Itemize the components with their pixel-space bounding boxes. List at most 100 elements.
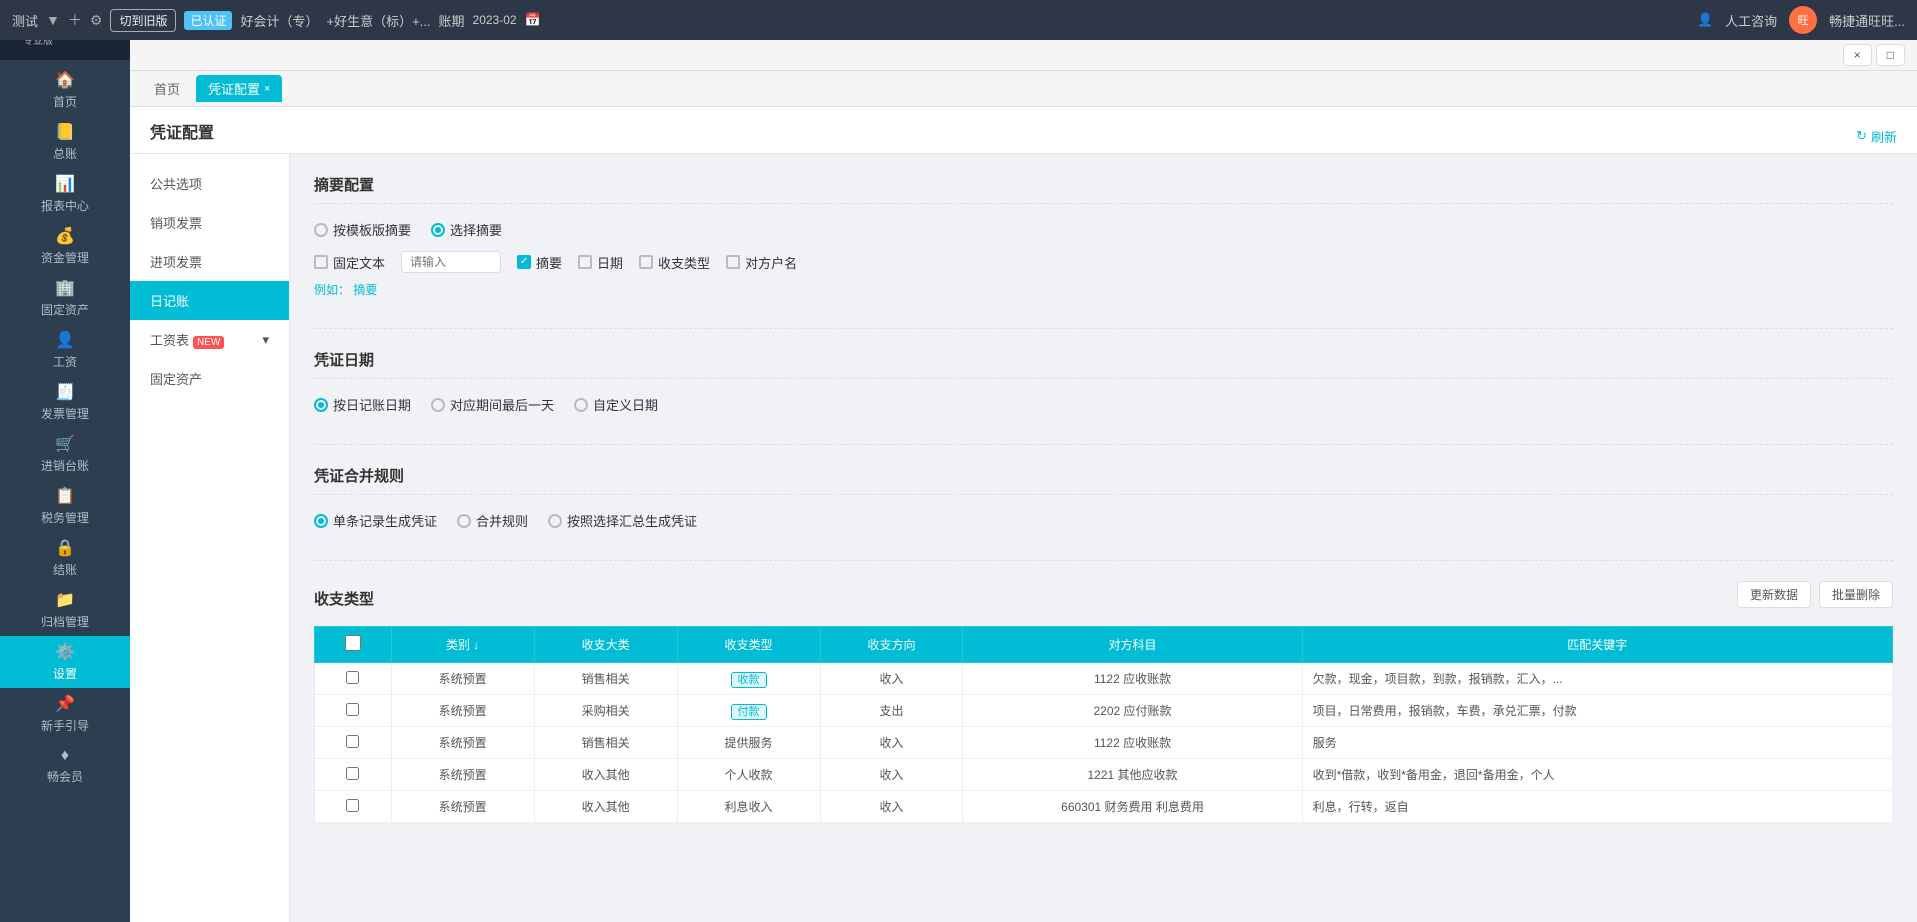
summary-radio-select[interactable]: 选择摘要 bbox=[431, 220, 502, 239]
sidebar-label-closing: 结账 bbox=[53, 561, 77, 578]
sidebar-item-closing[interactable]: 🔒结账 bbox=[0, 532, 130, 584]
tag-btn-1[interactable]: 付款 bbox=[731, 704, 767, 720]
arrow-salary-table: ▾ bbox=[262, 332, 269, 348]
income-expense-title: 收支类型 bbox=[314, 588, 374, 609]
consult-icon: 👤 bbox=[1697, 12, 1713, 28]
tab-voucher-config[interactable]: 凭证配置× bbox=[196, 75, 282, 102]
fixed-text-item[interactable]: 固定文本 bbox=[314, 253, 385, 272]
asset-icon: 🏢 bbox=[55, 278, 75, 298]
left-menu-salary-table[interactable]: 工资表NEW▾ bbox=[130, 320, 289, 359]
radio-circle-single bbox=[314, 514, 328, 528]
row-checkbox-4[interactable] bbox=[315, 791, 392, 823]
checkbox-summary-item[interactable]: 摘要 bbox=[517, 253, 562, 272]
row-checkbox-3[interactable] bbox=[315, 759, 392, 791]
gear-icon[interactable]: ⚙ bbox=[90, 12, 103, 29]
left-menu-public[interactable]: 公共选项 bbox=[130, 164, 289, 203]
row-subject-4: 660301 财务费用 利息费用 bbox=[963, 791, 1302, 823]
sidebar-item-asset[interactable]: 🏢固定资产 bbox=[0, 272, 130, 324]
good-business-label: +好生意（标）+... bbox=[326, 11, 430, 30]
sidebar-item-guide[interactable]: 📌新手引导 bbox=[0, 688, 130, 740]
checkbox-type-item[interactable]: 收支类型 bbox=[639, 253, 710, 272]
sidebar-item-member[interactable]: ♦畅会员 bbox=[0, 740, 130, 792]
radio-single[interactable]: 单条记录生成凭证 bbox=[314, 511, 437, 530]
close-window-button[interactable]: × bbox=[1843, 44, 1872, 66]
sidebar-item-salary[interactable]: 👤工资 bbox=[0, 324, 130, 376]
left-menu-purchase-invoice[interactable]: 进项发票 bbox=[130, 242, 289, 281]
income-expense-section: 收支类型 更新数据 批量删除 类别 ↓ 收支大类 收支类型 bbox=[314, 581, 1893, 823]
fixed-text-input[interactable] bbox=[401, 251, 501, 273]
header-right: 👤 人工咨询 旺 畅捷通旺旺... bbox=[1697, 6, 1905, 34]
fund-icon: 💰 bbox=[55, 226, 75, 246]
refresh-button[interactable]: ↻ 刷新 bbox=[1856, 127, 1897, 146]
col-checkbox[interactable] bbox=[315, 627, 392, 663]
summary-config-section: 摘要配置 按模板版摘要 选择摘要 bbox=[314, 174, 1893, 298]
example-value: 摘要 bbox=[353, 283, 377, 297]
radio-select-total[interactable]: 按照选择汇总生成凭证 bbox=[548, 511, 697, 530]
menu-label-fixed-assets: 固定资产 bbox=[150, 369, 202, 388]
row-subject-2: 1122 应收账款 bbox=[963, 727, 1302, 759]
row-checkbox-1[interactable] bbox=[315, 695, 392, 727]
tag-btn-0[interactable]: 收款 bbox=[731, 672, 767, 688]
summary-select-label: 选择摘要 bbox=[450, 220, 502, 239]
window-controls: × □ bbox=[130, 40, 1917, 71]
summary-config-title: 摘要配置 bbox=[314, 174, 1893, 204]
certified-badge: 已认证 bbox=[184, 11, 232, 30]
row-keywords-3: 收到*借款，收到*备用金，退回*备用金，个人 bbox=[1302, 759, 1892, 791]
table-row: 系统预置 收入其他 利息收入 收入 660301 财务费用 利息费用 利息，行转… bbox=[315, 791, 1893, 823]
fixed-text-label: 固定文本 bbox=[333, 253, 385, 272]
checkbox-type bbox=[639, 255, 653, 269]
radio-circle-select-total bbox=[548, 514, 562, 528]
select-all-checkbox[interactable] bbox=[345, 635, 361, 651]
sidebar-item-archive[interactable]: 📁归档管理 bbox=[0, 584, 130, 636]
batch-delete-button[interactable]: 批量删除 bbox=[1819, 581, 1893, 608]
sidebar-item-report[interactable]: 📊报表中心 bbox=[0, 168, 130, 220]
tab-close-voucher-config[interactable]: × bbox=[264, 83, 270, 95]
update-data-button[interactable]: 更新数据 bbox=[1737, 581, 1811, 608]
row-subject-0: 1122 应收账款 bbox=[963, 663, 1302, 695]
sidebar-label-ledger: 总账 bbox=[53, 145, 77, 162]
plus-icon[interactable]: ＋ bbox=[68, 10, 82, 30]
row-checkbox-2[interactable] bbox=[315, 727, 392, 759]
merge-label: 合并规则 bbox=[476, 511, 528, 530]
sidebar-item-purchase[interactable]: 🛒进销台账 bbox=[0, 428, 130, 480]
sidebar-item-settings[interactable]: ⚙️设置 bbox=[0, 636, 130, 688]
checkbox-counterpart-item[interactable]: 对方户名 bbox=[726, 253, 797, 272]
checkbox-date-item[interactable]: 日期 bbox=[578, 253, 623, 272]
sidebar-item-tax[interactable]: 📋税务管理 bbox=[0, 480, 130, 532]
tab-home[interactable]: 首页 bbox=[142, 75, 192, 102]
summary-radio-template[interactable]: 按模板版摘要 bbox=[314, 220, 411, 239]
user-name: 畅捷通旺旺... bbox=[1829, 11, 1905, 30]
radio-circle-select bbox=[431, 223, 445, 237]
radio-merge[interactable]: 合并规则 bbox=[457, 511, 528, 530]
sidebar-label-salary: 工资 bbox=[53, 353, 77, 370]
checkbox-date bbox=[578, 255, 592, 269]
purchase-icon: 🛒 bbox=[55, 434, 75, 454]
row-checkbox-0[interactable] bbox=[315, 663, 392, 695]
sidebar-item-home[interactable]: 🏠首页 bbox=[0, 64, 130, 116]
good-accounting-label: 好会计（专） bbox=[240, 11, 318, 30]
radio-custom-date[interactable]: 自定义日期 bbox=[574, 395, 658, 414]
radio-period-last[interactable]: 对应期间最后一天 bbox=[431, 395, 554, 414]
calendar-icon[interactable]: 📅 bbox=[525, 12, 541, 28]
example-text: 例如： 摘要 bbox=[314, 281, 1893, 298]
settings-icon: ⚙️ bbox=[55, 642, 75, 662]
sidebar-item-fund[interactable]: 💰资金管理 bbox=[0, 220, 130, 272]
left-menu-fixed-assets[interactable]: 固定资产 bbox=[130, 359, 289, 398]
journal-date-label: 按日记账日期 bbox=[333, 395, 411, 414]
radio-circle-journal bbox=[314, 398, 328, 412]
sidebar-item-invoice[interactable]: 🧾发票管理 bbox=[0, 376, 130, 428]
expand-window-button[interactable]: □ bbox=[1876, 44, 1905, 66]
arrow-down-icon[interactable]: ▼ bbox=[46, 12, 60, 28]
left-menu-sales-invoice[interactable]: 销项发票 bbox=[130, 203, 289, 242]
radio-journal-date[interactable]: 按日记账日期 bbox=[314, 395, 411, 414]
custom-date-label: 自定义日期 bbox=[593, 395, 658, 414]
row-category-3: 系统预置 bbox=[391, 759, 534, 791]
table-row: 系统预置 收入其他 个人收款 收入 1221 其他应收款 收到*借款，收到*备用… bbox=[315, 759, 1893, 791]
menu-label-purchase-invoice: 进项发票 bbox=[150, 252, 202, 271]
consult-label[interactable]: 人工咨询 bbox=[1725, 11, 1777, 30]
page-title: 凭证配置 bbox=[150, 119, 214, 153]
old-version-button[interactable]: 切到旧版 bbox=[110, 9, 176, 32]
left-menu-daily-account[interactable]: 日记账 bbox=[130, 281, 289, 320]
voucher-merge-section: 凭证合并规则 单条记录生成凭证 合并规则 按照选择汇总生成凭证 bbox=[314, 465, 1893, 530]
sidebar-item-ledger[interactable]: 📒总账 bbox=[0, 116, 130, 168]
